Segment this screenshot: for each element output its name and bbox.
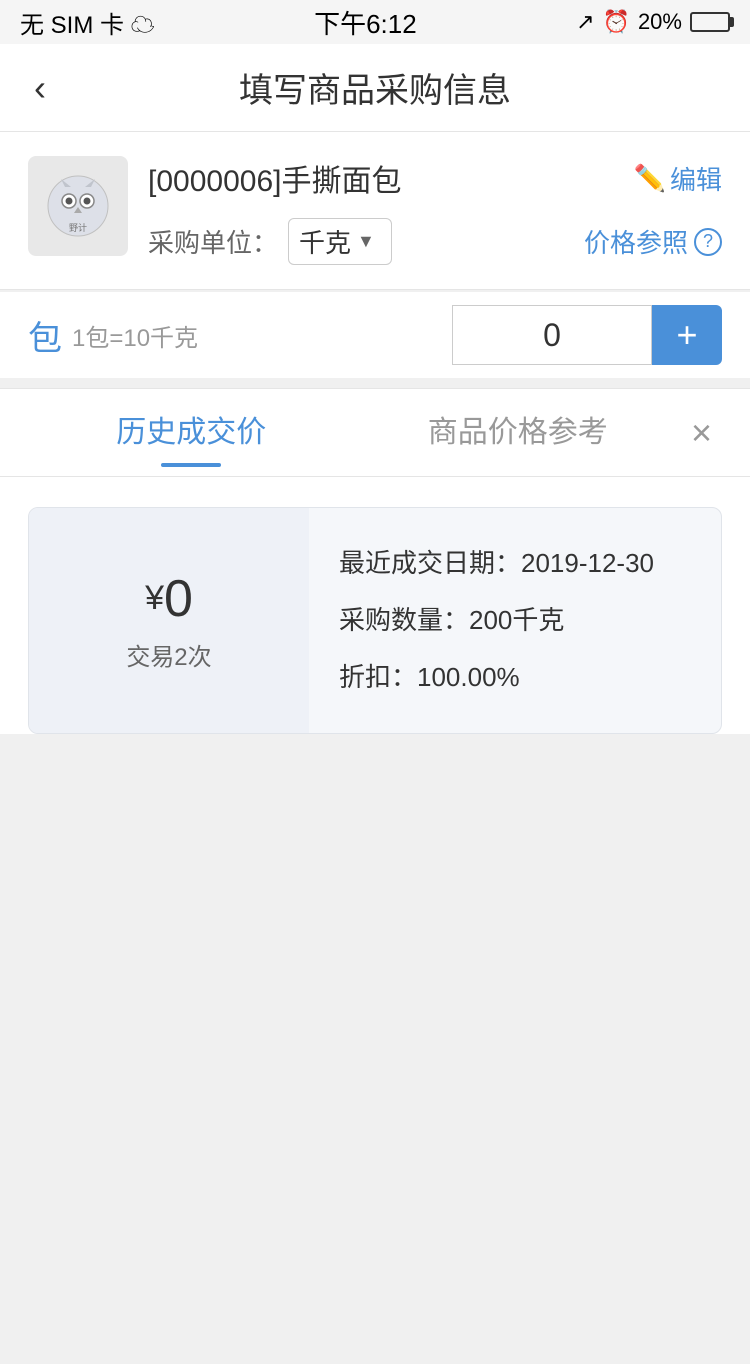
main-background (0, 764, 750, 1364)
location-icon: ↗ (576, 9, 594, 35)
quantity-unit-badge: 包 (28, 311, 62, 360)
unit-label: 采购单位： (148, 223, 278, 260)
history-card-price-section: ¥0 交易2次 (29, 508, 309, 733)
price-ref-label: 价格参照 (584, 223, 688, 260)
product-card: 野计 [0000006]手撕面包 ✏️ 编辑 采购单位： 千克 ▼ 价格参照 ? (0, 132, 750, 290)
nav-bar: ‹ 填写商品采购信息 (0, 44, 750, 132)
alarm-icon: ⏰ (603, 9, 630, 35)
page-title: 填写商品采购信息 (239, 63, 511, 112)
battery-percent: 20% (638, 9, 682, 35)
history-price: ¥0 (145, 569, 193, 629)
product-info: [0000006]手撕面包 ✏️ 编辑 采购单位： 千克 ▼ 价格参照 ? (148, 156, 722, 265)
back-button[interactable]: ‹ (24, 57, 56, 119)
edit-icon: ✏️ (634, 163, 666, 194)
price-reference-button[interactable]: 价格参照 ? (584, 223, 722, 260)
product-name: [0000006]手撕面包 (148, 156, 401, 200)
unit-select[interactable]: 千克 ▼ (288, 218, 392, 265)
unit-left: 采购单位： 千克 ▼ (148, 218, 392, 265)
quantity-input[interactable]: 0 (452, 305, 652, 365)
tab-history-price[interactable]: 历史成交价 (28, 407, 354, 459)
status-bar-left: 无 SIM 卡 ☁ (20, 5, 155, 40)
tab-history-label: 历史成交价 (116, 416, 266, 449)
signal-text: 无 SIM 卡 ☁ (20, 5, 155, 40)
edit-button[interactable]: ✏️ 编辑 (634, 160, 722, 197)
price-ref-help-icon: ? (694, 228, 722, 256)
quantity-section: 包 1包=10千克 0 + (0, 292, 750, 388)
bottom-panel: 历史成交价 商品价格参考 × ¥0 交易2次 最近成交日期：2019-12-30… (0, 388, 750, 734)
history-card: ¥0 交易2次 最近成交日期：2019-12-30 采购数量：200千克 折扣：… (28, 507, 722, 734)
quantity-unit-info: 1包=10千克 (72, 318, 198, 353)
product-thumbnail: 野计 (28, 156, 128, 256)
battery-icon (690, 12, 730, 32)
discount-value: 100.00% (417, 662, 520, 692)
tab-price-ref-label: 商品价格参考 (428, 416, 608, 449)
trade-count: 交易2次 (126, 637, 211, 672)
status-bar: 无 SIM 卡 ☁ 下午6:12 ↗ ⏰ 20% (0, 0, 750, 44)
price-value: 0 (164, 570, 193, 628)
edit-label: 编辑 (670, 160, 722, 197)
status-bar-time: 下午6:12 (314, 4, 417, 41)
unit-dropdown-arrow: ▼ (357, 231, 375, 252)
tabs-bar: 历史成交价 商品价格参考 × (0, 389, 750, 477)
purchase-qty-value: 200千克 (469, 605, 564, 635)
history-card-detail-section: 最近成交日期：2019-12-30 采购数量：200千克 折扣：100.00% (309, 508, 721, 733)
product-title-row: [0000006]手撕面包 ✏️ 编辑 (148, 156, 722, 200)
unit-value: 千克 (299, 223, 351, 260)
status-bar-right: ↗ ⏰ 20% (576, 9, 730, 35)
discount-row: 折扣：100.00% (339, 658, 691, 697)
recent-date-value: 2019-12-30 (521, 548, 654, 578)
discount-label: 折扣： (339, 662, 417, 692)
quantity-plus-button[interactable]: + (652, 305, 722, 365)
recent-date-row: 最近成交日期：2019-12-30 (339, 544, 691, 583)
purchase-qty-label: 采购数量： (339, 605, 469, 635)
tab-close-button[interactable]: × (681, 402, 722, 464)
purchase-qty-row: 采购数量：200千克 (339, 601, 691, 640)
quantity-control: 0 + (452, 305, 722, 365)
svg-text:野计: 野计 (69, 222, 87, 233)
product-unit-row: 采购单位： 千克 ▼ 价格参照 ? (148, 218, 722, 265)
quantity-label: 包 1包=10千克 (28, 311, 198, 360)
currency-symbol: ¥ (145, 579, 164, 618)
tab-price-reference[interactable]: 商品价格参考 (354, 407, 680, 459)
product-logo-icon: 野计 (43, 171, 113, 241)
recent-date-label: 最近成交日期： (339, 548, 521, 578)
